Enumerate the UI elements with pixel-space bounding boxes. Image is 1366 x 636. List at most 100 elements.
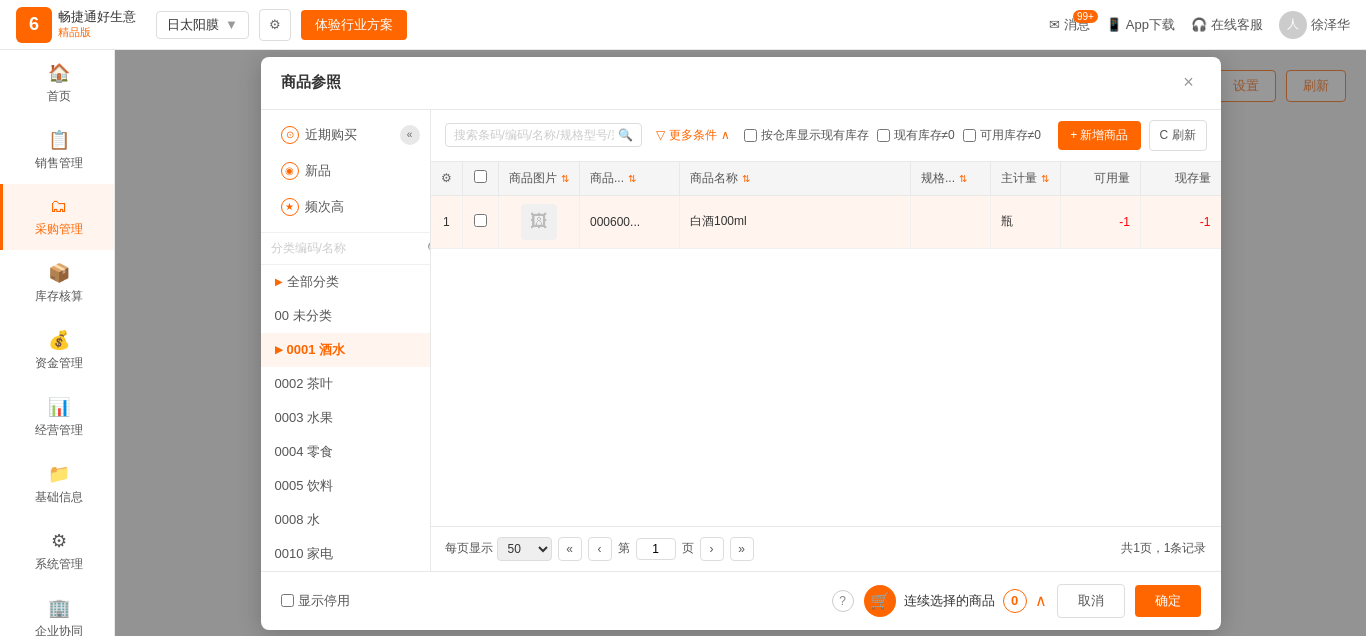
pagination: 每页显示 50 100 200 « ‹ 第 页 [431,526,1221,571]
purchase-icon: 🗂 [50,196,68,217]
modal-close-button[interactable]: × [1177,71,1201,95]
confirm-button[interactable]: 确定 [1135,585,1201,617]
sidebar-item-capital[interactable]: 💰 资金管理 [0,317,114,384]
cat-item-0004[interactable]: 0004 零食 [261,435,430,469]
category-list: ▶ 全部分类 00 未分类 ▶ 0001 酒水 0002 茶 [261,265,430,571]
th-settings: ⚙ [431,162,463,196]
cat-item-0005[interactable]: 0005 饮料 [261,469,430,503]
product-table: ⚙ 商品图片 ⇅ [431,162,1221,249]
row-code: 000600... [580,195,680,248]
by-warehouse-input[interactable] [744,129,757,142]
sidebar-item-operation[interactable]: 📊 经营管理 [0,384,114,451]
inventory-icon: 📦 [48,262,70,284]
table-row[interactable]: 1 🖼 [431,195,1221,248]
cat-item-0008[interactable]: 0008 水 [261,503,430,537]
row-stock: -1 [1141,195,1221,248]
more-filter-button[interactable]: ▽ 更多条件 ∧ [650,123,736,148]
current-stock-input[interactable] [877,129,890,142]
logo-area: 6 畅捷通好生意 精品版 [16,7,136,43]
row-img: 🖼 [499,195,580,248]
product-search-input[interactable] [454,128,614,142]
logo-icon: 6 [16,7,52,43]
cat-item-all[interactable]: ▶ 全部分类 [261,265,430,299]
cat-item-0003[interactable]: 0003 水果 [261,401,430,435]
logo-text: 畅捷通好生意 [58,9,136,26]
online-service-nav-item[interactable]: 🎧 在线客服 [1191,16,1263,34]
available-stock-checkbox[interactable]: 可用库存≠0 [963,127,1041,144]
cat-all-arrow-icon: ▶ [275,276,283,287]
sidebar-item-purchase[interactable]: 🗂 采购管理 [0,184,114,250]
sidebar-item-basic[interactable]: 📁 基础信息 [0,451,114,518]
gear-icon: ⚙ [269,17,281,32]
show-disabled-input[interactable] [281,594,294,607]
recent-icon: ⊙ [281,126,299,144]
user-nav-item[interactable]: 人 徐泽华 [1279,11,1350,39]
nav-gear-button[interactable]: ⚙ [259,9,291,41]
sales-icon: 📋 [48,129,70,151]
th-spec: 规格... ⇅ [911,162,991,196]
row-spec [911,195,991,248]
cart-icon[interactable]: 🛒 [864,585,896,617]
cat-item-0002[interactable]: 0002 茶叶 [261,367,430,401]
sidebar-item-home[interactable]: 🏠 首页 [0,50,114,117]
sidebar-item-sales[interactable]: 📋 销售管理 [0,117,114,184]
product-search-icon[interactable]: 🔍 [618,128,633,142]
row-select-checkbox[interactable] [474,214,487,227]
modal-body: ⊙ 近期购买 « ◉ 新品 ★ 频次高 [261,110,1221,571]
page-number-input[interactable] [636,538,676,560]
help-button[interactable]: ? [832,590,854,612]
current-stock-checkbox[interactable]: 现有库存≠0 [877,127,955,144]
next-page-button[interactable]: › [700,537,724,561]
sidebar-item-system[interactable]: ⚙ 系统管理 [0,518,114,585]
total-info: 共1页，1条记录 [1121,540,1206,557]
add-product-button[interactable]: + 新增商品 [1058,121,1140,150]
message-badge: 99+ [1073,10,1098,23]
by-warehouse-checkbox[interactable]: 按仓库显示现有库存 [744,127,869,144]
collapse-panel-button[interactable]: « [400,125,420,145]
cat-item-0001[interactable]: ▶ 0001 酒水 [261,333,430,367]
trial-button[interactable]: 体验行业方案 [301,10,407,40]
table-body: 1 🖼 [431,195,1221,248]
available-stock-input[interactable] [963,129,976,142]
name-sort-icon: ⇅ [742,173,750,184]
spec-sort-icon: ⇅ [959,173,967,184]
cart-collapse-icon[interactable]: ∧ [1035,591,1047,610]
home-icon: 🏠 [48,62,70,84]
filter-funnel-icon: ▽ [656,128,665,142]
cart-symbol: 🛒 [870,591,890,610]
product-table-wrap: ⚙ 商品图片 ⇅ [431,162,1221,526]
per-page-select: 每页显示 50 100 200 [445,537,552,561]
messages-nav-item[interactable]: ✉ 消息 99+ [1049,16,1090,34]
avatar: 人 [1279,11,1307,39]
cancel-button[interactable]: 取消 [1057,584,1125,618]
sidebar-item-inventory[interactable]: 📦 库存核算 [0,250,114,317]
per-page-dropdown[interactable]: 50 100 200 [497,537,552,561]
show-disabled-checkbox[interactable]: 显示停用 [281,592,350,610]
product-image: 🖼 [521,204,557,240]
th-check [463,162,499,196]
refresh-button[interactable]: C 刷新 [1149,120,1207,151]
quick-filter-frequent[interactable]: ★ 频次高 [271,192,420,222]
cat-item-0010[interactable]: 0010 家电 [261,537,430,571]
quick-filter-new[interactable]: ◉ 新品 [271,156,420,186]
row-avail: -1 [1061,195,1141,248]
modal-right-panel: 🔍 ▽ 更多条件 ∧ 按仓库显示现有库存 [431,110,1221,571]
message-icon: ✉ [1049,17,1060,32]
modal-overlay: 商品参照 × ⊙ 近期购买 « [115,50,1366,636]
unit-sort-icon: ⇅ [1041,173,1049,184]
first-page-button[interactable]: « [558,537,582,561]
logo-sub: 精品版 [58,25,136,40]
img-sort-icon: ⇅ [561,173,569,184]
sidebar-item-enterprise[interactable]: 🏢 企业协同 [0,585,114,636]
last-page-button[interactable]: » [730,537,754,561]
cart-label: 连续选择的商品 [904,592,995,610]
app-download-nav-item[interactable]: 📱 App下载 [1106,16,1175,34]
cat-item-00[interactable]: 00 未分类 [261,299,430,333]
product-search-box: 🔍 [445,123,642,147]
category-search-input[interactable] [271,241,421,255]
prev-page-button[interactable]: ‹ [588,537,612,561]
quick-filter-recent[interactable]: ⊙ 近期购买 [271,120,367,150]
nav-store-select[interactable]: 日太阳膜 ▼ [156,11,249,39]
column-settings-icon[interactable]: ⚙ [441,171,452,185]
select-all-checkbox[interactable] [474,170,487,183]
